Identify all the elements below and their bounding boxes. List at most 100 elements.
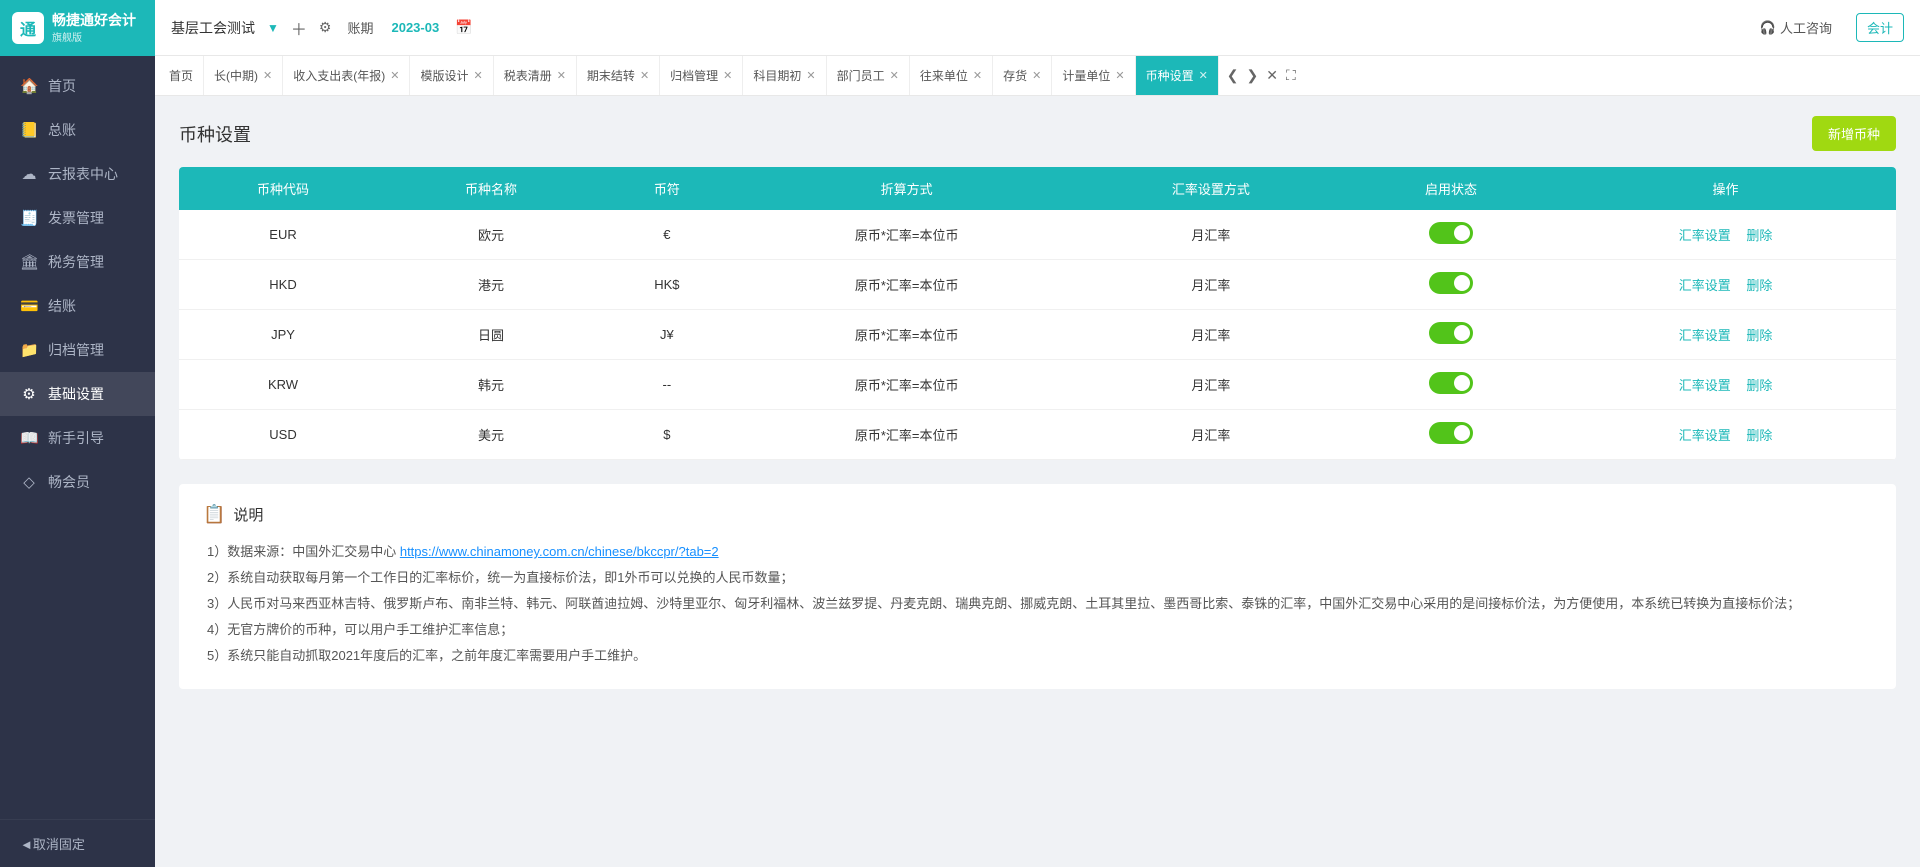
- tabs-close-all-icon[interactable]: ✕: [1264, 65, 1280, 86]
- sidebar-item-ledger[interactable]: 📒 总账: [0, 108, 155, 152]
- rate-setting-link[interactable]: 汇率设置: [1679, 278, 1731, 293]
- tab-close-icon[interactable]: ✕: [473, 69, 482, 82]
- tab-period-end[interactable]: 期末结转✕: [577, 56, 660, 96]
- sidebar-item-tax[interactable]: 🏛 税务管理: [0, 240, 155, 284]
- tab-mid[interactable]: 长(中期) ✕: [204, 56, 283, 96]
- add-tab-button[interactable]: ＋: [291, 16, 307, 40]
- settings-gear-icon[interactable]: ⚙: [319, 19, 332, 36]
- cell-rate-type: 月汇率: [1075, 310, 1347, 360]
- delete-link[interactable]: 删除: [1746, 378, 1772, 393]
- status-toggle[interactable]: [1429, 222, 1473, 244]
- sidebar-item-archive[interactable]: 📁 归档管理: [0, 328, 155, 372]
- sidebar-item-label: 畅会员: [48, 472, 90, 492]
- notes-title: 📋 说明: [203, 504, 1872, 525]
- rate-setting-link[interactable]: 汇率设置: [1679, 228, 1731, 243]
- app-name: 畅捷通好会计: [52, 12, 136, 29]
- cell-calc: 原币*汇率=本位币: [739, 260, 1075, 310]
- delete-link[interactable]: 删除: [1746, 228, 1772, 243]
- status-toggle[interactable]: [1429, 322, 1473, 344]
- tab-tax-table[interactable]: 税表清册✕: [494, 56, 577, 96]
- cell-status: [1347, 310, 1555, 360]
- tab-close-icon[interactable]: ✕: [263, 69, 272, 82]
- col-header-action: 操作: [1555, 167, 1896, 210]
- tab-close-icon[interactable]: ✕: [557, 69, 566, 82]
- cell-calc: 原币*汇率=本位币: [739, 210, 1075, 260]
- cell-status: [1347, 360, 1555, 410]
- sidebar-item-home[interactable]: 🏠 首页: [0, 64, 155, 108]
- notes-link[interactable]: https://www.chinamoney.com.cn/chinese/bk…: [400, 544, 719, 559]
- content-area: 币种设置 新增币种 币种代码 币种名称 币符 折算方式 汇率设置方式 启用状态 …: [155, 96, 1920, 867]
- tabs-next-icon[interactable]: ❯: [1245, 65, 1261, 86]
- tab-currency[interactable]: 币种设置✕: [1136, 56, 1219, 96]
- cell-rate-type: 月汇率: [1075, 410, 1347, 460]
- sidebar-item-label: 总账: [48, 120, 76, 140]
- sidebar-pin-toggle[interactable]: ◄取消固定: [0, 819, 155, 867]
- cell-calc: 原币*汇率=本位币: [739, 410, 1075, 460]
- tabs-prev-icon[interactable]: ❮: [1225, 65, 1241, 86]
- tab-dept-employee[interactable]: 部门员工✕: [827, 56, 910, 96]
- cell-symbol: --: [595, 360, 739, 410]
- sidebar-item-invoice[interactable]: 🧾 发票管理: [0, 196, 155, 240]
- project-dropdown-icon[interactable]: ▼: [267, 21, 279, 35]
- cell-code: HKD: [179, 260, 387, 310]
- home-icon: 🏠: [20, 77, 38, 95]
- sidebar-item-label: 税务管理: [48, 252, 104, 272]
- notes-item: 5）系统只能自动抓取2021年度后的汇率，之前年度汇率需要用户手工维护。: [203, 643, 1872, 669]
- tab-close-icon[interactable]: ✕: [1199, 69, 1208, 82]
- sidebar-item-guide[interactable]: 📖 新手引导: [0, 416, 155, 460]
- tab-home[interactable]: 首页: [159, 56, 204, 96]
- delete-link[interactable]: 删除: [1746, 278, 1772, 293]
- cell-rate-type: 月汇率: [1075, 360, 1347, 410]
- cell-symbol: $: [595, 410, 739, 460]
- status-toggle[interactable]: [1429, 422, 1473, 444]
- sidebar-item-label: 云报表中心: [48, 164, 118, 184]
- delete-link[interactable]: 删除: [1746, 328, 1772, 343]
- sidebar-item-member[interactable]: ◇ 畅会员: [0, 460, 155, 504]
- tab-close-icon[interactable]: ✕: [640, 69, 649, 82]
- cell-rate-type: 月汇率: [1075, 260, 1347, 310]
- status-toggle[interactable]: [1429, 272, 1473, 294]
- tab-close-icon[interactable]: ✕: [890, 69, 899, 82]
- toggle-knob: [1454, 225, 1470, 241]
- sidebar-item-cloud[interactable]: ☁ 云报表中心: [0, 152, 155, 196]
- delete-link[interactable]: 删除: [1746, 428, 1772, 443]
- sidebar-item-label: 归档管理: [48, 340, 104, 360]
- sidebar-item-checkout[interactable]: 💳 结账: [0, 284, 155, 328]
- tab-close-icon[interactable]: ✕: [806, 69, 815, 82]
- tab-close-icon[interactable]: ✕: [1032, 69, 1041, 82]
- member-icon: ◇: [20, 473, 38, 491]
- help-button[interactable]: 🎧 人工咨询: [1760, 18, 1832, 37]
- tab-archive[interactable]: 归档管理✕: [660, 56, 743, 96]
- tab-close-icon[interactable]: ✕: [390, 69, 399, 82]
- tab-close-icon[interactable]: ✕: [973, 69, 982, 82]
- rate-setting-link[interactable]: 汇率设置: [1679, 328, 1731, 343]
- user-role-button[interactable]: 会计: [1856, 13, 1904, 42]
- tab-template[interactable]: 模版设计✕: [410, 56, 493, 96]
- app-logo-icon: 通: [12, 12, 44, 44]
- toggle-knob: [1454, 325, 1470, 341]
- tab-inventory[interactable]: 存货✕: [993, 56, 1052, 96]
- rate-setting-link[interactable]: 汇率设置: [1679, 428, 1731, 443]
- rate-setting-link[interactable]: 汇率设置: [1679, 378, 1731, 393]
- col-header-rate-type: 汇率设置方式: [1075, 167, 1347, 210]
- tab-label: 计量单位: [1062, 67, 1110, 84]
- period-label: 账期: [347, 18, 373, 37]
- tabs-maximize-icon[interactable]: ⛶: [1284, 65, 1298, 86]
- tab-label: 长(中期): [214, 67, 258, 84]
- tab-contacts[interactable]: 往来单位✕: [910, 56, 993, 96]
- new-currency-button[interactable]: 新增币种: [1812, 116, 1896, 151]
- tab-subject-init[interactable]: 科目期初✕: [743, 56, 826, 96]
- calendar-icon[interactable]: 📅: [455, 19, 472, 36]
- cell-symbol: HK$: [595, 260, 739, 310]
- tab-close-icon[interactable]: ✕: [1115, 69, 1124, 82]
- status-toggle[interactable]: [1429, 372, 1473, 394]
- guide-icon: 📖: [20, 429, 38, 447]
- tab-unit[interactable]: 计量单位 ✕: [1052, 56, 1135, 96]
- sidebar-item-label: 发票管理: [48, 208, 104, 228]
- page-title-row: 币种设置 新增币种: [179, 116, 1896, 151]
- tab-income[interactable]: 收入支出表(年报)✕: [283, 56, 410, 96]
- tab-close-icon[interactable]: ✕: [723, 69, 732, 82]
- sidebar-item-label: 结账: [48, 296, 76, 316]
- cell-code: USD: [179, 410, 387, 460]
- sidebar-item-settings[interactable]: ⚙ 基础设置: [0, 372, 155, 416]
